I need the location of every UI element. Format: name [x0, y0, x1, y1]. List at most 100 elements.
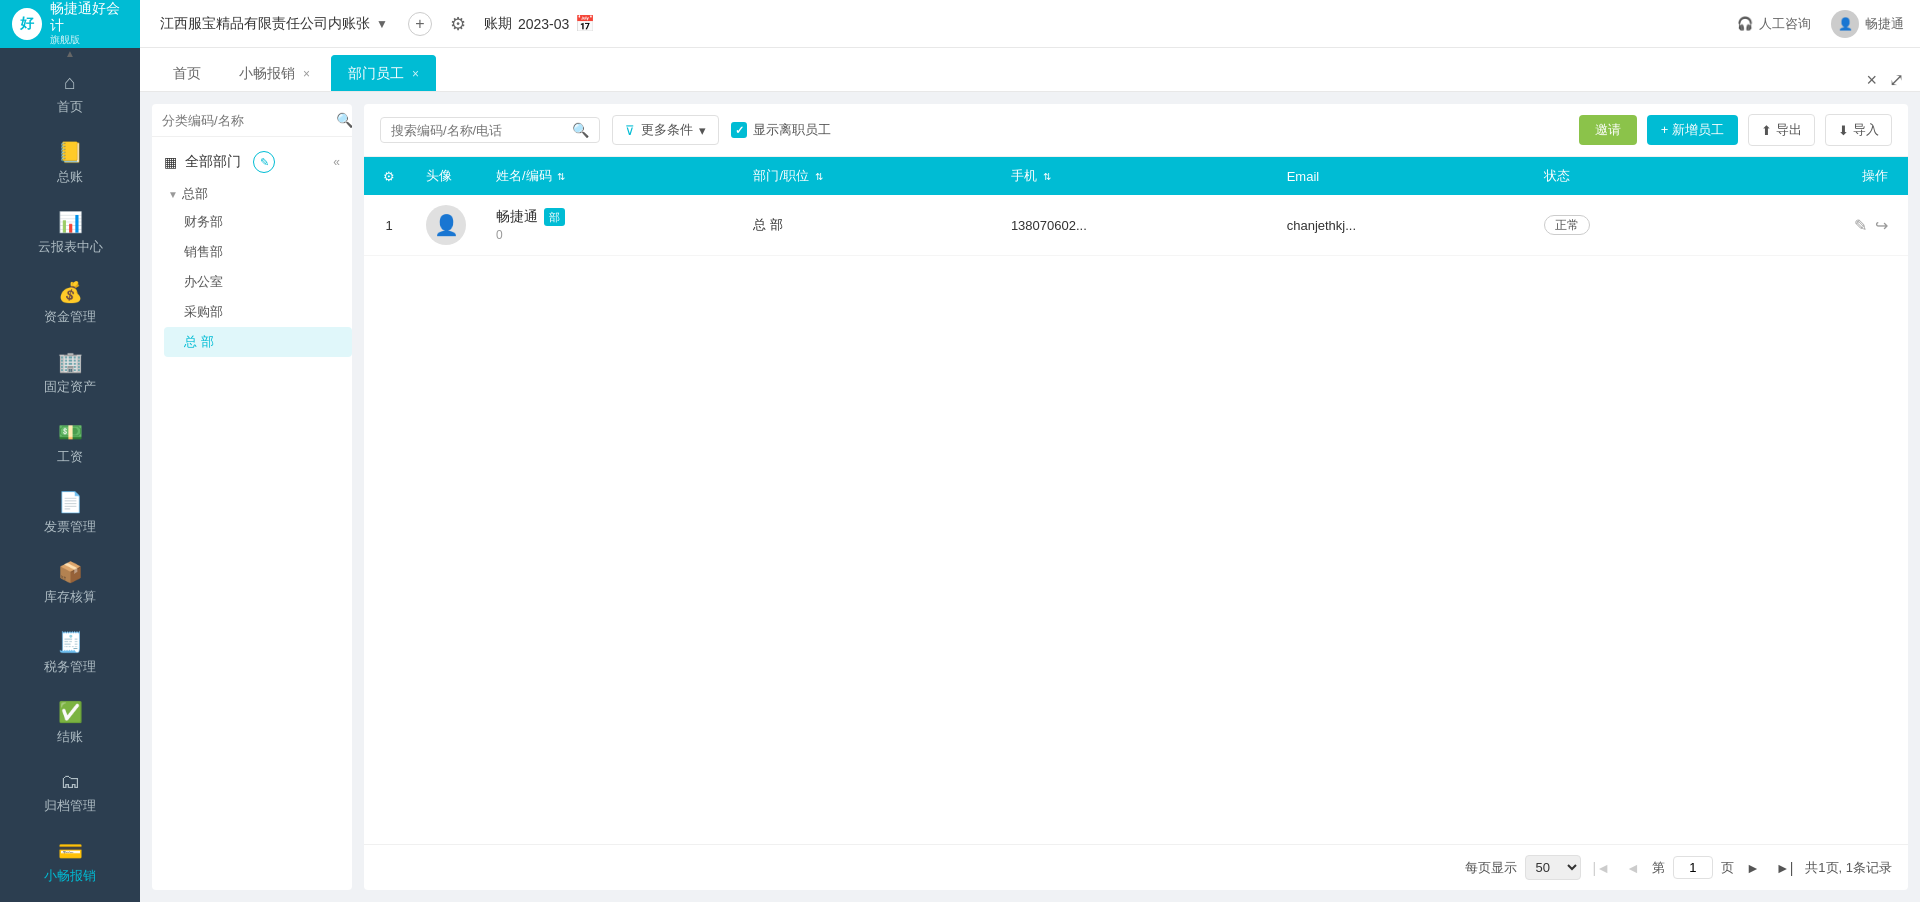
department-panel: 🔍 ▦ 全部部门 ✎ « ▼ 总部 财务部 [152, 104, 352, 890]
salary-icon: 💵 [58, 420, 83, 444]
prev-page-button[interactable]: ◄ [1622, 858, 1644, 878]
pagination-bar: 每页显示 10 20 50 100 |◄ ◄ 第 页 ► ►| 共1页, 1条记… [364, 844, 1908, 890]
col-status: 状态 [1532, 157, 1725, 195]
sidebar-item-assets[interactable]: 🏢 固定资产 [0, 338, 140, 408]
expand-tab-button[interactable]: ⤢ [1889, 69, 1904, 91]
dept-search-input[interactable] [162, 113, 330, 128]
import-button[interactable]: ⬇ 导入 [1825, 114, 1892, 146]
logo-text-block: 畅捷通好会计 旗舰版 [50, 0, 128, 47]
cell-name-code: 畅捷通 部 0 [484, 195, 741, 256]
support-button[interactable]: 🎧 人工咨询 [1737, 15, 1811, 33]
sidebar-item-salary[interactable]: 💵 工资 [0, 408, 140, 478]
resigned-checkbox-icon[interactable] [731, 122, 747, 138]
dept-edit-badge[interactable]: ✎ [253, 151, 275, 173]
tab-expense-label: 小畅报销 [239, 65, 295, 83]
dept-badge: 部 [544, 208, 565, 226]
tab-home[interactable]: 首页 [156, 55, 218, 91]
show-resigned-checkbox[interactable]: 显示离职员工 [731, 121, 831, 139]
sidebar-item-funds[interactable]: 💰 资金管理 [0, 268, 140, 338]
employee-code: 0 [496, 228, 729, 242]
dept-item-office[interactable]: 办公室 [164, 267, 352, 297]
col-name-code[interactable]: 姓名/编码 ⇅ [484, 157, 741, 195]
add-employee-button[interactable]: + 新增员工 [1647, 115, 1738, 145]
edit-icon[interactable]: ✎ [1854, 216, 1867, 235]
company-selector[interactable]: 江西服宝精品有限责任公司内账张 ▼ [152, 11, 396, 37]
dept-item-headquarters[interactable]: 总 部 [164, 327, 352, 357]
tab-employees[interactable]: 部门员工 × [331, 55, 436, 91]
sidebar-item-label-reports: 云报表中心 [38, 238, 103, 256]
dept-item-finance[interactable]: 财务部 [164, 207, 352, 237]
dept-item-sales[interactable]: 销售部 [164, 237, 352, 267]
period-label: 账期 [484, 15, 512, 33]
dept-group-headquarters: ▼ 总部 财务部 销售部 办公室 采购部 总 部 [152, 179, 352, 357]
dept-collapse-button[interactable]: « [333, 155, 340, 169]
sidebar-item-label-invoice: 发票管理 [44, 518, 96, 536]
arrow-down-icon: ▼ [168, 189, 178, 200]
tab-employees-close[interactable]: × [412, 67, 419, 81]
sidebar-item-label-assets: 固定资产 [44, 378, 96, 396]
export-button[interactable]: ⬆ 导出 [1748, 114, 1815, 146]
cell-dept: 总 部 [741, 195, 998, 256]
settings-gear-button[interactable]: ⚙ [444, 10, 472, 38]
sidebar-item-label-ledger: 总账 [57, 168, 83, 186]
period-value: 2023-03 [518, 16, 569, 32]
period-selector[interactable]: 账期 2023-03 📅 [484, 14, 595, 33]
inventory-icon: 📦 [58, 560, 83, 584]
employee-search-input[interactable] [391, 123, 566, 138]
next-page-button[interactable]: ► [1742, 858, 1764, 878]
sidebar: ▲ ⌂ 首页 📒 总账 📊 云报表中心 💰 资金管理 🏢 固定资产 💵 工资 📄… [0, 48, 140, 902]
search-icon[interactable]: 🔍 [572, 122, 589, 138]
invite-button[interactable]: 邀请 [1579, 115, 1637, 145]
tab-expense[interactable]: 小畅报销 × [222, 55, 327, 91]
reports-icon: 📊 [58, 210, 83, 234]
sidebar-item-ledger[interactable]: 📒 总账 [0, 128, 140, 198]
dept-all-item[interactable]: ▦ 全部部门 ✎ « [152, 145, 352, 179]
company-name: 江西服宝精品有限责任公司内账张 [160, 15, 370, 33]
employee-avatar: 👤 [426, 205, 466, 245]
tab-home-label: 首页 [173, 65, 201, 83]
export-label: 导出 [1776, 121, 1802, 139]
sidebar-item-settings[interactable]: ⚙ 基础设置 [0, 897, 140, 902]
dept-group-headquarters-label[interactable]: ▼ 总部 [164, 179, 352, 207]
page-size-label: 每页显示 [1465, 859, 1517, 877]
page-size-select[interactable]: 10 20 50 100 [1525, 855, 1581, 880]
sidebar-item-reports[interactable]: 📊 云报表中心 [0, 198, 140, 268]
sidebar-item-expense[interactable]: 💳 小畅报销 [0, 827, 140, 897]
sidebar-item-label-tax: 税务管理 [44, 658, 96, 676]
dept-search-icon[interactable]: 🔍 [336, 112, 352, 128]
sidebar-item-label-salary: 工资 [57, 448, 83, 466]
grid-icon: ▦ [164, 154, 177, 170]
tab-expense-close[interactable]: × [303, 67, 310, 81]
col-phone[interactable]: 手机 ⇅ [999, 157, 1275, 195]
sidebar-item-label-inventory: 库存核算 [44, 588, 96, 606]
header-right: 🎧 人工咨询 👤 畅捷通 [1737, 10, 1904, 38]
sidebar-item-home[interactable]: ⌂ 首页 [0, 59, 140, 128]
sidebar-item-invoice[interactable]: 📄 发票管理 [0, 478, 140, 548]
first-page-button[interactable]: |◄ [1589, 858, 1615, 878]
sidebar-item-checkout[interactable]: ✅ 结账 [0, 688, 140, 758]
last-page-button[interactable]: ►| [1772, 858, 1798, 878]
cell-email: chanjethkj... [1275, 195, 1533, 256]
archive-icon: 🗂 [60, 770, 80, 793]
support-label: 人工咨询 [1759, 15, 1811, 33]
sidebar-item-label-checkout: 结账 [57, 728, 83, 746]
logo-area: 好 畅捷通好会计 旗舰版 [0, 0, 140, 48]
dept-item-procurement[interactable]: 采购部 [164, 297, 352, 327]
sidebar-item-inventory[interactable]: 📦 库存核算 [0, 548, 140, 618]
sidebar-item-archive[interactable]: 🗂 归档管理 [0, 758, 140, 827]
cell-phone: 138070602... [999, 195, 1275, 256]
add-company-button[interactable]: + [408, 12, 432, 36]
more-filter-button[interactable]: ⊽ 更多条件 ▾ [612, 115, 719, 145]
col-settings[interactable]: ⚙ [364, 157, 414, 195]
page-input[interactable] [1673, 856, 1713, 879]
user-menu[interactable]: 👤 畅捷通 [1831, 10, 1904, 38]
page-suffix: 页 [1721, 859, 1734, 877]
app-name: 畅捷通好会计 [50, 0, 128, 33]
calendar-icon[interactable]: 📅 [575, 14, 595, 33]
sidebar-item-tax[interactable]: 🧾 税务管理 [0, 618, 140, 688]
close-tab-button[interactable]: × [1866, 70, 1877, 91]
col-dept[interactable]: 部门/职位 ⇅ [741, 157, 998, 195]
app-edition: 旗舰版 [50, 33, 128, 47]
tab-bar-right: × ⤢ [1866, 69, 1904, 91]
logout-icon[interactable]: ↪ [1875, 216, 1888, 235]
